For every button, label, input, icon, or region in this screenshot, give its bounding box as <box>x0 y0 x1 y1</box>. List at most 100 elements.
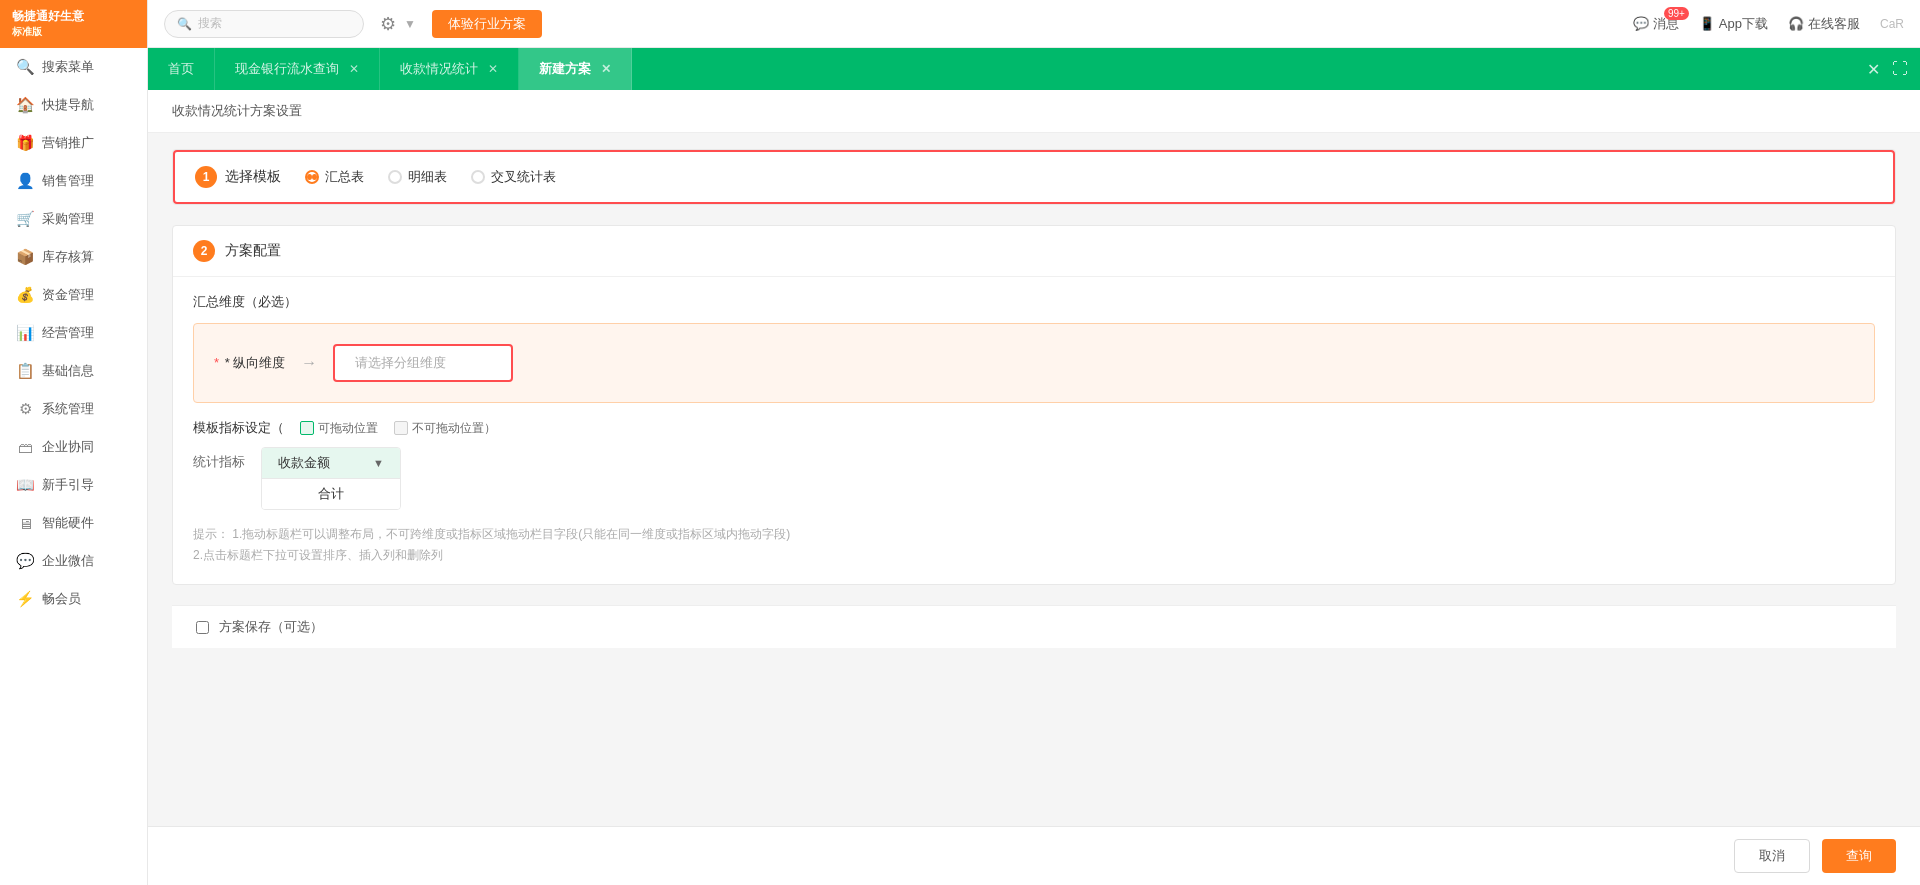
sidebar-item-label: 新手引导 <box>42 476 94 494</box>
metrics-config-label: 模板指标设定（ 可拖动位置 不可拖动位置） <box>193 419 1875 437</box>
dimension-subsection-title: 汇总维度（必选） <box>193 293 1875 311</box>
sidebar-item-wechat-biz[interactable]: 💬 企业微信 <box>0 542 147 580</box>
sidebar-item-label: 搜索菜单 <box>42 58 94 76</box>
tab-expand-icon[interactable]: ⛶ <box>1892 60 1908 78</box>
content-header: 收款情况统计方案设置 <box>148 90 1920 133</box>
sidebar-item-system[interactable]: ⚙ 系统管理 <box>0 390 147 428</box>
page-title: 收款情况统计方案设置 <box>172 103 302 118</box>
tab-new-plan[interactable]: 新建方案 ✕ <box>519 48 632 90</box>
sidebar-item-purchase[interactable]: 🛒 采购管理 <box>0 200 147 238</box>
sidebar-item-label: 库存核算 <box>42 248 94 266</box>
sidebar-item-quick-nav[interactable]: 🏠 快捷导航 <box>0 86 147 124</box>
sidebar-item-label: 智能硬件 <box>42 514 94 532</box>
step2-section: 2 方案配置 汇总维度（必选） * * 纵向维度 → 请选择分组维度 <box>172 225 1896 585</box>
metrics-table-cell-total: 合计 <box>262 479 400 509</box>
operation-icon: 📊 <box>16 324 34 342</box>
dimension-row: * * 纵向维度 → 请选择分组维度 <box>214 344 1854 382</box>
radio-detail-circle <box>388 170 402 184</box>
metrics-table-header[interactable]: 收款金额 ▼ <box>262 448 400 479</box>
sidebar-logo: 畅捷通好生意 标准版 <box>0 0 147 48</box>
dimension-area: * * 纵向维度 → 请选择分组维度 <box>193 323 1875 403</box>
sidebar-item-member[interactable]: ⚡ 畅会员 <box>0 580 147 618</box>
basic-info-icon: 📋 <box>16 362 34 380</box>
plan-save-row: 方案保存（可选） <box>172 605 1896 648</box>
tab-receipt-stats-label: 收款情况统计 <box>400 60 478 78</box>
non-draggable-hint: 不可拖动位置） <box>394 420 496 437</box>
newbie-icon: 📖 <box>16 476 34 494</box>
sidebar: 畅捷通好生意 标准版 🔍 搜索菜单 🏠 快捷导航 🎁 营销推广 👤 销售管理 🛒… <box>0 0 148 885</box>
sidebar-item-label: 资金管理 <box>42 286 94 304</box>
dimension-arrow-icon: → <box>301 354 317 372</box>
message-icon: 💬 <box>1633 16 1649 31</box>
req-mark: * <box>214 355 219 370</box>
content-area: 收款情况统计方案设置 1 选择模板 汇总表 <box>148 90 1920 885</box>
message-badge: 99+ <box>1664 7 1689 20</box>
plan-save-label: 方案保存（可选） <box>219 618 323 636</box>
sidebar-item-search-menu[interactable]: 🔍 搜索菜单 <box>0 48 147 86</box>
metrics-table-area: 统计指标 收款金额 ▼ 合计 <box>193 447 1875 510</box>
radio-cross-label: 交叉统计表 <box>491 168 556 186</box>
cancel-button[interactable]: 取消 <box>1734 839 1810 873</box>
message-button[interactable]: 💬 消息 99+ <box>1633 15 1679 33</box>
sidebar-item-smart-hw[interactable]: 🖥 智能硬件 <box>0 504 147 542</box>
radio-detail[interactable]: 明细表 <box>388 168 447 186</box>
bottom-action-bar: 取消 查询 <box>148 826 1920 885</box>
online-service-button[interactable]: 🎧 在线客服 <box>1788 15 1860 33</box>
logo-badge: 标准版 <box>12 25 84 39</box>
draggable-hint-text: 可拖动位置 <box>318 420 378 437</box>
metrics-table: 收款金额 ▼ 合计 <box>261 447 401 510</box>
step1-title: 选择模板 <box>225 168 281 186</box>
plan-config-body: 汇总维度（必选） * * 纵向维度 → 请选择分组维度 <box>173 277 1895 584</box>
sidebar-item-operation[interactable]: 📊 经营管理 <box>0 314 147 352</box>
tip-1: 提示： 1.拖动标题栏可以调整布局，不可跨维度或指标区域拖动栏目字段(只能在同一… <box>193 526 1875 543</box>
step2-num: 2 <box>193 240 215 262</box>
tab-bank-flow-close-icon[interactable]: ✕ <box>349 62 359 76</box>
main-area: 🔍 搜索 ⚙ ▼ 体验行业方案 💬 消息 99+ 📱 App下载 🎧 在线客服 … <box>148 0 1920 885</box>
query-button[interactable]: 查询 <box>1822 839 1896 873</box>
sidebar-item-finance[interactable]: 💰 资金管理 <box>0 276 147 314</box>
content-body: 1 选择模板 汇总表 明细表 交叉统计 <box>148 133 1920 826</box>
top-bar-right: 💬 消息 99+ 📱 App下载 🎧 在线客服 CaR <box>1633 15 1904 33</box>
tab-receipt-stats[interactable]: 收款情况统计 ✕ <box>380 48 519 90</box>
radio-summary[interactable]: 汇总表 <box>305 168 364 186</box>
draggable-hint: 可拖动位置 <box>300 420 378 437</box>
radio-summary-label: 汇总表 <box>325 168 364 186</box>
app-download-label: App下载 <box>1719 15 1768 33</box>
tab-receipt-stats-close-icon[interactable]: ✕ <box>488 62 498 76</box>
sidebar-item-label: 快捷导航 <box>42 96 94 114</box>
radio-cross-circle <box>471 170 485 184</box>
tab-home-label: 首页 <box>168 60 194 78</box>
settings-icon[interactable]: ⚙ <box>380 13 396 35</box>
dropdown-arrow-icon[interactable]: ▼ <box>404 17 416 31</box>
tab-close-icon[interactable]: ✕ <box>1867 60 1880 79</box>
metrics-col-header: 收款金额 <box>278 454 330 472</box>
metrics-config: 模板指标设定（ 可拖动位置 不可拖动位置） 统计指标 <box>193 419 1875 564</box>
sidebar-item-newbie[interactable]: 📖 新手引导 <box>0 466 147 504</box>
step1-section: 1 选择模板 汇总表 明细表 交叉统计 <box>172 149 1896 205</box>
tab-home[interactable]: 首页 <box>148 48 215 90</box>
sidebar-item-basic-info[interactable]: 📋 基础信息 <box>0 352 147 390</box>
trial-button[interactable]: 体验行业方案 <box>432 10 542 38</box>
dimension-placeholder[interactable]: 请选择分组维度 <box>333 344 513 382</box>
search-icon: 🔍 <box>177 17 192 31</box>
search-box[interactable]: 🔍 搜索 <box>164 10 364 38</box>
non-draggable-hint-text: 不可拖动位置） <box>412 420 496 437</box>
sidebar-item-label: 销售管理 <box>42 172 94 190</box>
top-bar: 🔍 搜索 ⚙ ▼ 体验行业方案 💬 消息 99+ 📱 App下载 🎧 在线客服 … <box>148 0 1920 48</box>
sidebar-item-marketing[interactable]: 🎁 营销推广 <box>0 124 147 162</box>
app-download-button[interactable]: 📱 App下载 <box>1699 15 1768 33</box>
tab-bank-flow[interactable]: 现金银行流水查询 ✕ <box>215 48 380 90</box>
sidebar-item-label: 基础信息 <box>42 362 94 380</box>
sidebar-item-inventory[interactable]: 📦 库存核算 <box>0 238 147 276</box>
tab-new-plan-close-icon[interactable]: ✕ <box>601 62 611 76</box>
inventory-icon: 📦 <box>16 248 34 266</box>
plan-save-checkbox[interactable] <box>196 621 209 634</box>
sidebar-item-sales[interactable]: 👤 销售管理 <box>0 162 147 200</box>
radio-summary-circle <box>305 170 319 184</box>
radio-cross[interactable]: 交叉统计表 <box>471 168 556 186</box>
finance-icon: 💰 <box>16 286 34 304</box>
metrics-dropdown-icon[interactable]: ▼ <box>373 457 384 469</box>
app-icon: 📱 <box>1699 16 1715 31</box>
sidebar-item-enterprise[interactable]: 🗃 企业协同 <box>0 428 147 466</box>
tab-bank-flow-label: 现金银行流水查询 <box>235 60 339 78</box>
